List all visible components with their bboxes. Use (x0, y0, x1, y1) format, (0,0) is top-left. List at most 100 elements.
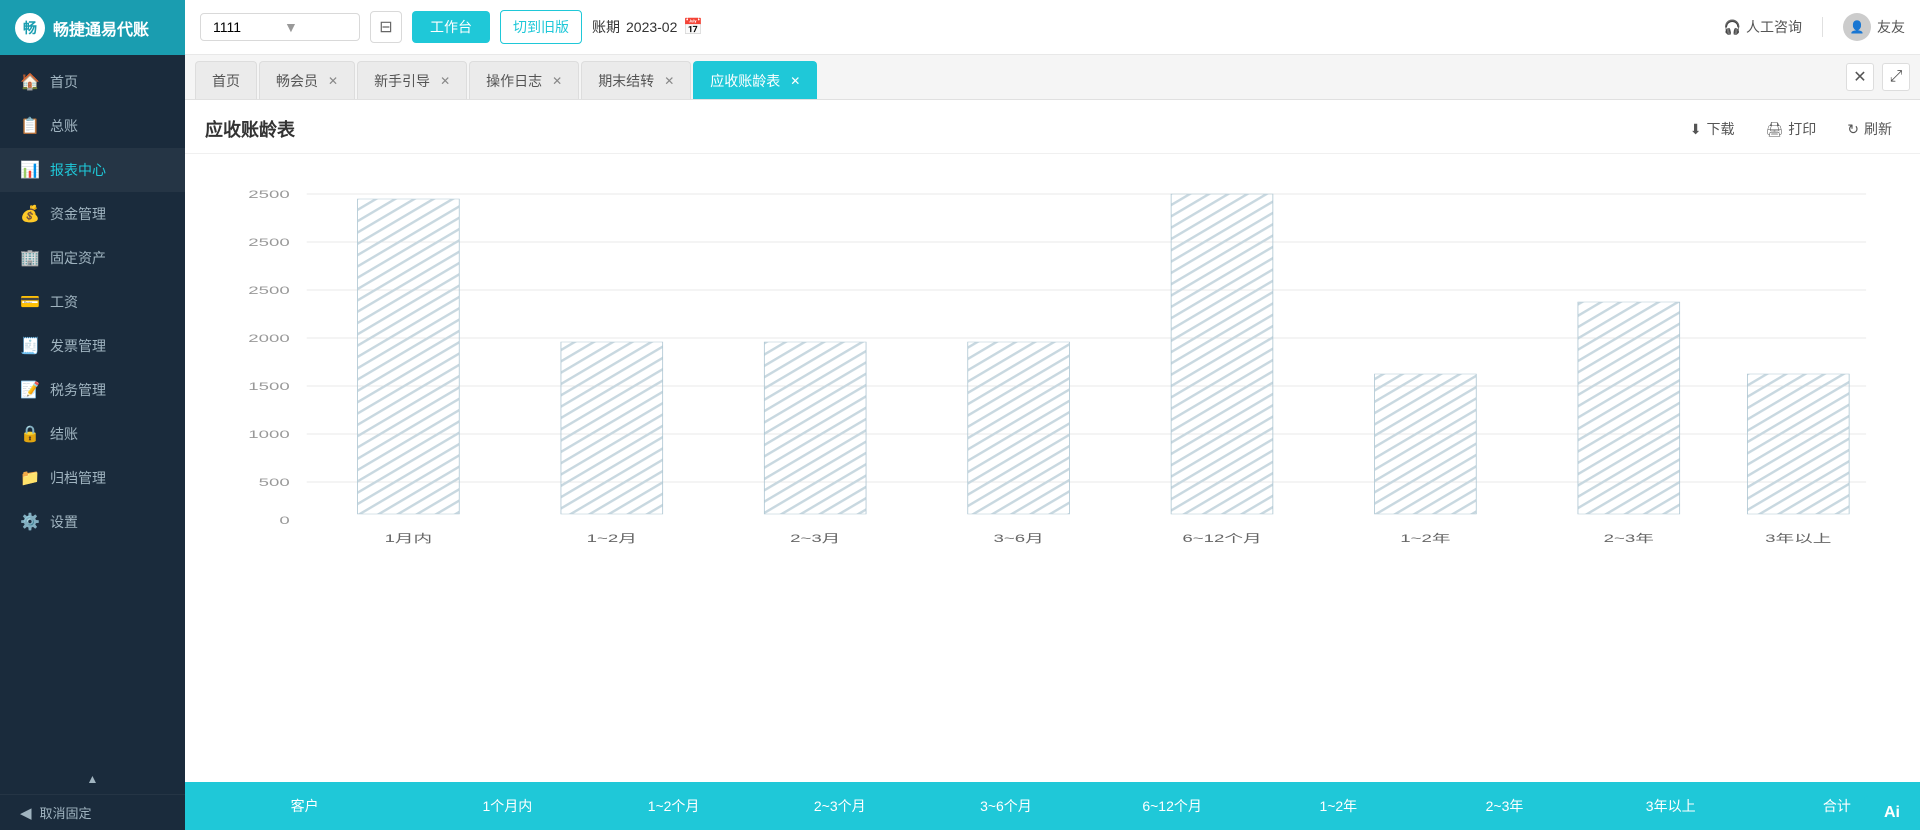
consulting-link[interactable]: 🎧 人工咨询 (1724, 17, 1802, 37)
tab-member[interactable]: 畅会员✕ (259, 61, 355, 99)
sidebar-item-funds[interactable]: 💰 资金管理 (0, 192, 185, 236)
calendar-icon[interactable]: 📅 (683, 17, 703, 37)
sidebar-item-label: 结账 (50, 424, 78, 444)
table-header-2: 1~2个月 (590, 796, 756, 816)
bar-1-2年 (1375, 374, 1477, 514)
svg-text:3~6月: 3~6月 (993, 533, 1043, 545)
refresh-button[interactable]: ↻ 刷新 (1839, 115, 1900, 143)
invoice-icon: 🧾 (20, 336, 40, 356)
funds-icon: 💰 (20, 204, 40, 224)
tab-label: 新手引导 (374, 71, 430, 91)
avatar: 👤 (1843, 13, 1871, 41)
bar-3年以上 (1747, 374, 1849, 514)
sidebar-item-closing[interactable]: 🔒 结账 (0, 412, 185, 456)
download-button[interactable]: ⬇ 下载 (1682, 115, 1743, 143)
archive-icon: 📁 (20, 468, 40, 488)
svg-text:1~2月: 1~2月 (587, 533, 637, 545)
reports-icon: 📊 (20, 160, 40, 180)
sidebar-item-assets[interactable]: 🏢 固定资产 (0, 236, 185, 280)
tab-log[interactable]: 操作日志 ✕ (469, 61, 579, 99)
bar-2-3月 (764, 342, 866, 514)
table-header-5: 6~12个月 (1089, 796, 1255, 816)
page-header: 应收账龄表 ⬇ 下载 🖨 打印 ↻ 刷新 (185, 100, 1920, 154)
copy-button[interactable]: ⊟ (370, 11, 402, 43)
sidebar-item-invoice[interactable]: 🧾 发票管理 (0, 324, 185, 368)
sidebar-item-label: 总账 (50, 116, 78, 136)
svg-text:1~2年: 1~2年 (1400, 533, 1450, 545)
company-name: 1111 (213, 19, 276, 35)
period-prefix: 账期 (592, 17, 620, 37)
sidebar-item-home[interactable]: 🏠 首页 (0, 60, 185, 104)
svg-text:2500: 2500 (248, 285, 289, 297)
tab-close-guide[interactable]: ✕ (440, 74, 450, 88)
old-version-button[interactable]: 切到旧版 (500, 10, 582, 44)
sidebar-item-reports[interactable]: 📊 报表中心 (0, 148, 185, 192)
tax-icon: 📝 (20, 380, 40, 400)
print-icon: 🖨 (1765, 121, 1783, 138)
sidebar-item-label: 发票管理 (50, 336, 106, 356)
sidebar-item-ledger[interactable]: 📋 总账 (0, 104, 185, 148)
bar-2-3年 (1578, 302, 1680, 514)
company-selector[interactable]: 1111 ▼ (200, 13, 360, 41)
topbar-right: 🎧 人工咨询 👤 友友 (1724, 13, 1905, 41)
main-area: 1111 ▼ ⊟ 工作台 切到旧版 账期 2023-02 📅 🎧 人工咨询 👤 … (185, 0, 1920, 830)
content-area: 应收账龄表 ⬇ 下载 🖨 打印 ↻ 刷新 (185, 100, 1920, 830)
sidebar: 畅 畅捷通易代账 🏠 首页 📋 总账 📊 报表中心 💰 资金管理 🏢 固定资产 … (0, 0, 185, 830)
tab-close-member[interactable]: ✕ (328, 74, 338, 88)
copy-icon: ⊟ (379, 17, 392, 37)
bar-1月内 (358, 199, 460, 514)
closing-icon: 🔒 (20, 424, 40, 444)
svg-text:6~12个月: 6~12个月 (1182, 533, 1261, 545)
headset-icon: 🎧 (1724, 19, 1741, 36)
close-tab-button[interactable]: ✕ (1846, 63, 1874, 91)
svg-text:0: 0 (279, 515, 289, 527)
svg-text:500: 500 (259, 477, 290, 489)
ledger-icon: 📋 (20, 116, 40, 136)
maximize-tab-button[interactable]: ⤢ (1882, 63, 1910, 91)
tab-home[interactable]: 首页 (195, 61, 257, 99)
tab-label: 应收账龄表 (710, 71, 780, 91)
sidebar-item-archive[interactable]: 📁 归档管理 (0, 456, 185, 500)
print-button[interactable]: 🖨 打印 (1757, 115, 1824, 143)
tab-close-period_end[interactable]: ✕ (664, 74, 674, 88)
sidebar-item-settings[interactable]: ⚙️ 设置 (0, 500, 185, 544)
chart-svg: 2500 2500 2500 2000 1500 1000 500 0 (205, 174, 1900, 554)
table-header: 客户1个月内1~2个月2~3个月3~6个月6~12个月1~2年2~3年3年以上合… (185, 782, 1920, 830)
tab-label: 首页 (212, 71, 240, 91)
logo-icon: 畅 (15, 13, 45, 43)
tab-label: 期末结转 (598, 71, 654, 91)
sidebar-scroll-up[interactable]: ▲ (0, 764, 185, 794)
tabs-controls: ✕ ⤢ (1846, 63, 1910, 91)
page-title: 应收账龄表 (205, 116, 295, 142)
tab-label: 操作日志 (486, 71, 542, 91)
topbar: 1111 ▼ ⊟ 工作台 切到旧版 账期 2023-02 📅 🎧 人工咨询 👤 … (185, 0, 1920, 55)
table-header-0: 客户 (185, 796, 424, 816)
sidebar-item-label: 税务管理 (50, 380, 106, 400)
workbench-button[interactable]: 工作台 (412, 11, 490, 43)
chevron-down-icon: ▼ (284, 19, 347, 35)
divider (1822, 17, 1823, 37)
salary-icon: 💳 (20, 292, 40, 312)
sidebar-item-label: 首页 (50, 72, 78, 92)
tab-aging[interactable]: 应收账龄表 ✕ (693, 61, 817, 99)
sidebar-item-tax[interactable]: 📝 税务管理 (0, 368, 185, 412)
app-name: 畅捷通易代账 (53, 16, 149, 40)
tabs-bar: 首页畅会员✕ 新手引导 ✕ 操作日志 ✕ 期末结转 ✕ 应收账龄表 ✕ ✕ ⤢ (185, 55, 1920, 100)
settings-icon: ⚙️ (20, 512, 40, 532)
svg-text:1500: 1500 (248, 381, 289, 393)
pin-icon: ◀ (20, 804, 32, 822)
tab-close-log[interactable]: ✕ (552, 74, 562, 88)
sidebar-cancel-fixed[interactable]: ◀ 取消固定 (0, 794, 185, 830)
sidebar-logo: 畅 畅捷通易代账 (0, 0, 185, 55)
tab-guide[interactable]: 新手引导 ✕ (357, 61, 467, 99)
page-actions: ⬇ 下载 🖨 打印 ↻ 刷新 (1682, 115, 1900, 143)
table-header-8: 3年以上 (1588, 796, 1754, 816)
svg-text:2~3年: 2~3年 (1604, 533, 1654, 545)
tab-close-aging[interactable]: ✕ (790, 74, 800, 88)
tab-period_end[interactable]: 期末结转 ✕ (581, 61, 691, 99)
sidebar-item-salary[interactable]: 💳 工资 (0, 280, 185, 324)
svg-text:2500: 2500 (248, 237, 289, 249)
table-header-6: 1~2年 (1255, 796, 1421, 816)
ai-badge[interactable]: Ai (1864, 796, 1920, 830)
user-info[interactable]: 👤 友友 (1843, 13, 1905, 41)
